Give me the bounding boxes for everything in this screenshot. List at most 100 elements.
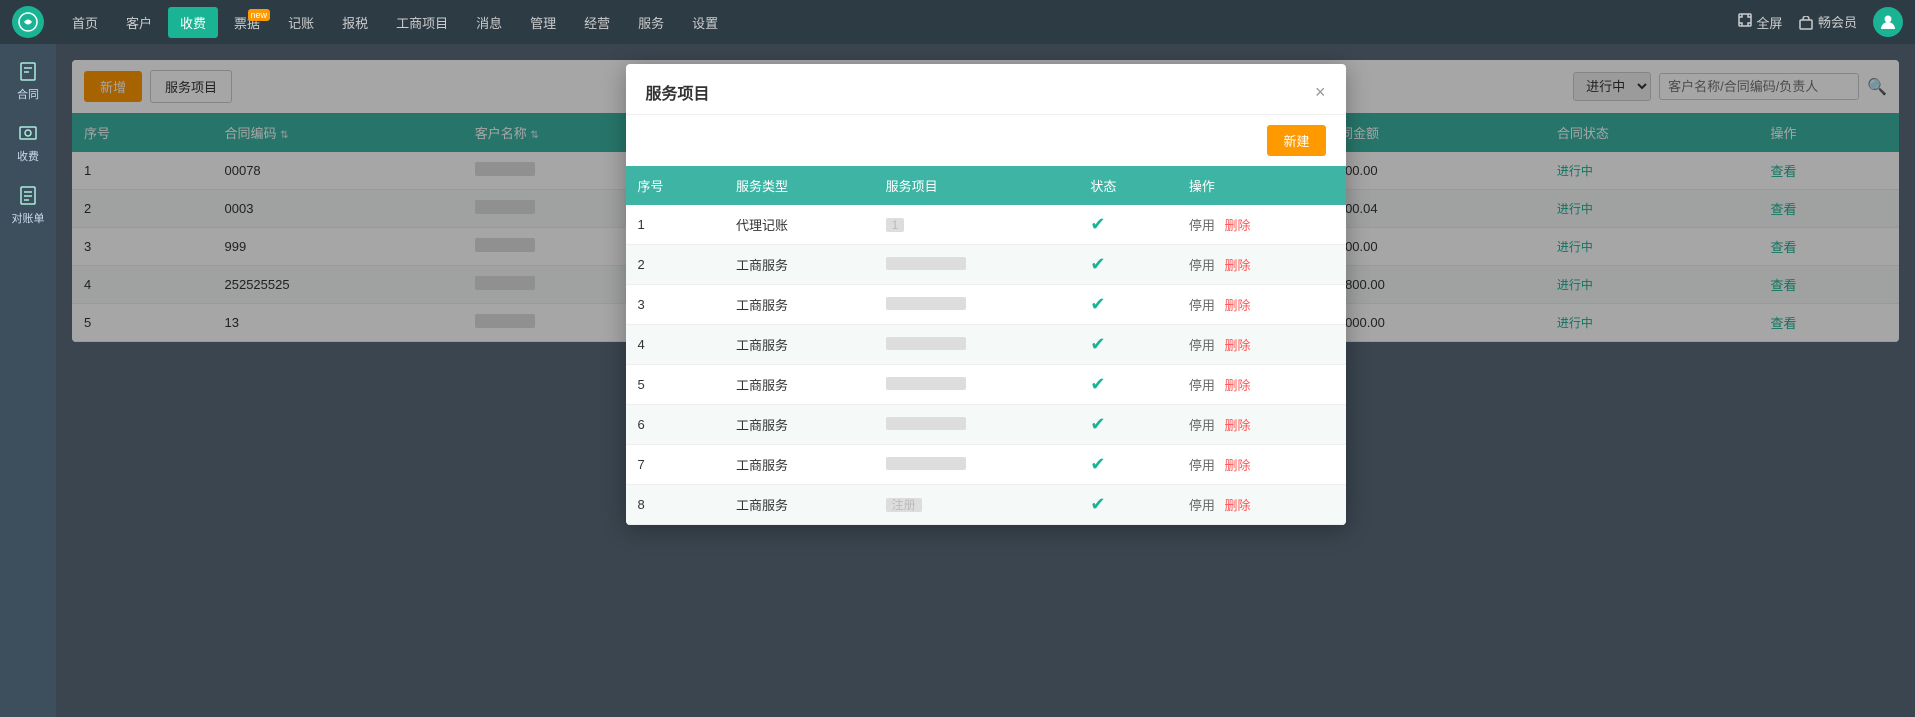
modal-overlay: 服务项目 × 新建 序号 服务类型 服务项目 状态 xyxy=(56,44,1915,717)
modal-cell-status: ✔ xyxy=(1078,205,1176,245)
modal-table-row: 3 工商服务 ✔ 停用 删除 xyxy=(626,285,1346,325)
modal-cell-item: 注册 xyxy=(874,485,1079,525)
modal-cell-type: 工商服务 xyxy=(724,445,874,485)
nav-business[interactable]: 工商项目 xyxy=(384,7,460,38)
modal-cell-type: 工商服务 xyxy=(724,325,874,365)
modal-cell-ops[interactable]: 停用 删除 xyxy=(1177,325,1346,365)
delete-btn[interactable]: 删除 xyxy=(1224,455,1250,474)
stop-btn[interactable]: 停用 xyxy=(1189,375,1215,394)
service-modal: 服务项目 × 新建 序号 服务类型 服务项目 状态 xyxy=(626,64,1346,525)
modal-new-btn[interactable]: 新建 xyxy=(1267,125,1325,156)
modal-cell-seq: 3 xyxy=(626,285,724,325)
new-badge: new xyxy=(248,9,271,21)
stop-btn[interactable]: 停用 xyxy=(1189,415,1215,434)
delete-btn[interactable]: 删除 xyxy=(1224,335,1250,354)
sidebar-item-fee[interactable]: 收费 xyxy=(4,114,52,172)
modal-cell-seq: 4 xyxy=(626,325,724,365)
delete-btn[interactable]: 删除 xyxy=(1224,495,1250,514)
modal-table-row: 2 工商服务 ✔ 停用 删除 xyxy=(626,245,1346,285)
modal-cell-type: 工商服务 xyxy=(724,245,874,285)
modal-cell-seq: 1 xyxy=(626,205,724,245)
sidebar-item-contract[interactable]: 合同 xyxy=(4,52,52,110)
nav-operate[interactable]: 经营 xyxy=(572,7,622,38)
modal-cell-status: ✔ xyxy=(1078,365,1176,405)
modal-table-row: 7 工商服务 ✔ 停用 删除 xyxy=(626,445,1346,485)
modal-cell-status: ✔ xyxy=(1078,445,1176,485)
nav-bookkeeping[interactable]: 记账 xyxy=(276,7,326,38)
modal-close-btn[interactable]: × xyxy=(1315,82,1326,103)
nav-message[interactable]: 消息 xyxy=(464,7,514,38)
modal-body: 序号 服务类型 服务项目 状态 操作 1 代理记账 1 ✔ 停用 删 xyxy=(626,166,1346,525)
modal-cell-status: ✔ xyxy=(1078,405,1176,445)
status-check-icon: ✔ xyxy=(1090,374,1105,394)
delete-btn[interactable]: 删除 xyxy=(1224,215,1250,234)
modal-cell-seq: 6 xyxy=(626,405,724,445)
nav-invoice[interactable]: 票据 new xyxy=(222,7,272,38)
modal-cell-ops[interactable]: 停用 删除 xyxy=(1177,365,1346,405)
modal-cell-ops[interactable]: 停用 删除 xyxy=(1177,285,1346,325)
nav-settings[interactable]: 设置 xyxy=(680,7,730,38)
sidebar-label-contract: 合同 xyxy=(17,86,39,102)
delete-btn[interactable]: 删除 xyxy=(1224,295,1250,314)
content-area: 新增 服务项目 进行中 全部 已结束 🔍 序号 合同编码 xyxy=(56,44,1915,717)
user-avatar[interactable] xyxy=(1873,7,1903,37)
modal-title: 服务项目 xyxy=(646,80,710,104)
stop-btn[interactable]: 停用 xyxy=(1189,495,1215,514)
sidebar-label-statement: 对账单 xyxy=(12,210,45,226)
modal-col-type: 服务类型 xyxy=(724,166,874,205)
modal-table-row: 6 工商服务 ✔ 停用 删除 xyxy=(626,405,1346,445)
modal-cell-ops[interactable]: 停用 删除 xyxy=(1177,445,1346,485)
stop-btn[interactable]: 停用 xyxy=(1189,215,1215,234)
modal-cell-item xyxy=(874,285,1079,325)
modal-table-row: 5 工商服务 ✔ 停用 删除 xyxy=(626,365,1346,405)
nav-tax[interactable]: 报税 xyxy=(330,7,380,38)
modal-col-item: 服务项目 xyxy=(874,166,1079,205)
stop-btn[interactable]: 停用 xyxy=(1189,295,1215,314)
nav-home[interactable]: 首页 xyxy=(60,7,110,38)
modal-cell-status: ✔ xyxy=(1078,285,1176,325)
stop-btn[interactable]: 停用 xyxy=(1189,335,1215,354)
delete-btn[interactable]: 删除 xyxy=(1224,415,1250,434)
status-check-icon: ✔ xyxy=(1090,494,1105,514)
nav-service[interactable]: 服务 xyxy=(626,7,676,38)
nav-fee[interactable]: 收费 xyxy=(168,7,218,38)
modal-toolbar: 新建 xyxy=(626,115,1346,166)
status-check-icon: ✔ xyxy=(1090,294,1105,314)
vip-btn[interactable]: 畅会员 xyxy=(1798,12,1857,32)
modal-table: 序号 服务类型 服务项目 状态 操作 1 代理记账 1 ✔ 停用 删 xyxy=(626,166,1346,525)
modal-cell-type: 工商服务 xyxy=(724,405,874,445)
modal-cell-type: 工商服务 xyxy=(724,365,874,405)
fullscreen-btn[interactable]: 全屏 xyxy=(1737,12,1783,32)
sidebar-label-fee: 收费 xyxy=(17,148,39,164)
modal-cell-ops[interactable]: 停用 删除 xyxy=(1177,245,1346,285)
modal-cell-type: 工商服务 xyxy=(724,485,874,525)
nav-customer[interactable]: 客户 xyxy=(114,7,164,38)
statement-icon xyxy=(17,184,39,206)
app-logo xyxy=(12,6,44,38)
modal-cell-item xyxy=(874,245,1079,285)
modal-col-seq: 序号 xyxy=(626,166,724,205)
top-nav: 首页 客户 收费 票据 new 记账 报税 工商项目 消息 管理 经营 服务 设… xyxy=(0,0,1915,44)
stop-btn[interactable]: 停用 xyxy=(1189,455,1215,474)
modal-cell-status: ✔ xyxy=(1078,325,1176,365)
modal-header: 服务项目 × xyxy=(626,64,1346,115)
modal-cell-status: ✔ xyxy=(1078,245,1176,285)
modal-table-row: 8 工商服务 注册 ✔ 停用 删除 xyxy=(626,485,1346,525)
stop-btn[interactable]: 停用 xyxy=(1189,255,1215,274)
status-check-icon: ✔ xyxy=(1090,214,1105,234)
main-layout: 合同 收费 对账单 新增 xyxy=(0,44,1915,717)
modal-cell-seq: 8 xyxy=(626,485,724,525)
modal-cell-seq: 7 xyxy=(626,445,724,485)
status-check-icon: ✔ xyxy=(1090,254,1105,274)
modal-header-row: 序号 服务类型 服务项目 状态 操作 xyxy=(626,166,1346,205)
modal-cell-item xyxy=(874,365,1079,405)
delete-btn[interactable]: 删除 xyxy=(1224,255,1250,274)
delete-btn[interactable]: 删除 xyxy=(1224,375,1250,394)
modal-cell-ops[interactable]: 停用 删除 xyxy=(1177,485,1346,525)
sidebar-item-statement[interactable]: 对账单 xyxy=(4,176,52,234)
sidebar: 合同 收费 对账单 xyxy=(0,44,56,717)
modal-cell-ops[interactable]: 停用 删除 xyxy=(1177,405,1346,445)
nav-manage[interactable]: 管理 xyxy=(518,7,568,38)
modal-cell-ops[interactable]: 停用 删除 xyxy=(1177,205,1346,245)
modal-cell-seq: 5 xyxy=(626,365,724,405)
